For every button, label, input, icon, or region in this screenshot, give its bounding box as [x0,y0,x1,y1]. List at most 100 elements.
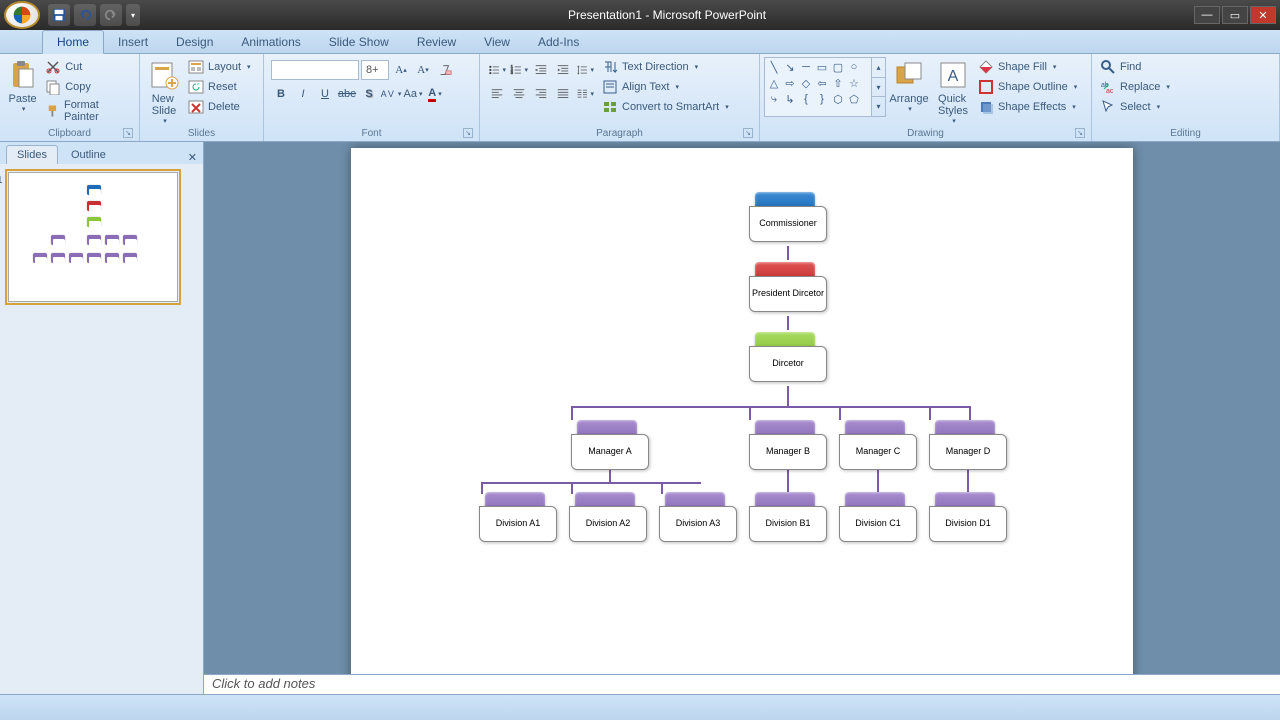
font-dialog-launcher[interactable]: ↘ [463,128,473,138]
shape-larrow-icon[interactable]: ⇦ [815,76,829,90]
tab-review[interactable]: Review [403,31,470,53]
slides-panel: Slides Outline ✕ 1 [0,142,204,694]
layout-button[interactable]: Layout▾ [184,57,255,77]
bullets-button[interactable]: ▾ [487,60,507,80]
shape-fill-button[interactable]: Shape Fill▾ [974,57,1081,77]
qat-save-icon[interactable] [48,4,70,26]
font-size-input[interactable]: 8+ [361,60,389,80]
status-bar [0,694,1280,720]
select-button[interactable]: Select▾ [1096,97,1164,117]
shapes-gallery[interactable]: ╲↘─▭▢○ △⇨◇⇦⇧☆ ⤷↳{}⬡⬠ [764,57,872,117]
office-button[interactable] [4,1,40,29]
maximize-button[interactable]: ▭ [1222,6,1248,24]
line-spacing-button[interactable]: ▾ [575,60,595,80]
tab-home[interactable]: Home [42,30,104,54]
quick-styles-button[interactable]: A Quick Styles▾ [932,57,974,125]
copy-button[interactable]: Copy [41,77,135,97]
qat-redo-icon[interactable] [100,4,122,26]
convert-smartart-button[interactable]: Convert to SmartArt▾ [598,97,733,117]
underline-button[interactable]: U [315,84,335,104]
shape-rarrow-icon[interactable]: ⇨ [783,76,797,90]
tab-animations[interactable]: Animations [227,31,314,53]
find-button[interactable]: Find [1096,57,1145,77]
panel-close-icon[interactable]: ✕ [188,151,197,164]
new-slide-button[interactable]: New Slide▾ [144,57,184,125]
clipboard-dialog-launcher[interactable]: ↘ [123,128,133,138]
shape-star-icon[interactable]: ☆ [847,76,861,90]
shape-brace-icon[interactable]: { [799,92,813,106]
shape-pent-icon[interactable]: ⬠ [847,92,861,106]
notes-pane[interactable]: Click to add notes [204,674,1280,694]
strikethrough-button[interactable]: abe [337,84,357,104]
slide-canvas-area[interactable]: Commissioner President Dircetor Dircetor… [204,142,1280,694]
shape-rrect-icon[interactable]: ▢ [831,60,845,74]
shape-conn1-icon[interactable]: ⤷ [767,92,781,106]
arrange-button[interactable]: Arrange▾ [886,57,932,113]
close-button[interactable]: ✕ [1250,6,1276,24]
shape-arrow-icon[interactable]: ↘ [783,60,797,74]
shape-uarrow-icon[interactable]: ⇧ [831,76,845,90]
shadow-button[interactable]: S [359,84,379,104]
qat-customize-icon[interactable]: ▾ [126,4,140,26]
shape-brace2-icon[interactable]: } [815,92,829,106]
tab-view[interactable]: View [470,31,524,53]
shape-diamond-icon[interactable]: ◇ [799,76,813,90]
window-title: Presentation1 - Microsoft PowerPoint [142,8,1192,22]
shape-line-icon[interactable]: ╲ [767,60,781,74]
slide[interactable]: Commissioner President Dircetor Dircetor… [351,148,1133,694]
slide-thumbnail-1[interactable]: 1 [8,172,178,302]
ribbon-tabs: Home Insert Design Animations Slide Show… [0,30,1280,54]
justify-button[interactable] [553,84,573,104]
align-right-button[interactable] [531,84,551,104]
shape-hex-icon[interactable]: ⬡ [831,92,845,106]
tab-insert[interactable]: Insert [104,31,162,53]
shape-effects-button[interactable]: Shape Effects▾ [974,97,1081,117]
group-editing: Find abacReplace▾ Select▾ Editing [1092,54,1280,141]
numbering-button[interactable]: 123▾ [509,60,529,80]
columns-button[interactable]: ▾ [575,84,595,104]
panel-tab-outline[interactable]: Outline [60,145,117,164]
bold-button[interactable]: B [271,84,291,104]
shape-line2-icon[interactable]: ─ [799,60,813,74]
paste-button[interactable]: Paste▾ [4,57,41,113]
increase-indent-button[interactable] [553,60,573,80]
drawing-dialog-launcher[interactable]: ↘ [1075,128,1085,138]
qat-undo-icon[interactable] [74,4,96,26]
shrink-font-button[interactable]: A▾ [413,60,433,80]
workspace: Slides Outline ✕ 1 [0,142,1280,694]
reset-button[interactable]: Reset [184,77,255,97]
align-left-button[interactable] [487,84,507,104]
shape-rect-icon[interactable]: ▭ [815,60,829,74]
minimize-button[interactable]: — [1194,6,1220,24]
format-painter-button[interactable]: Format Painter [41,97,135,125]
group-slides: New Slide▾ Layout▾ Reset Delete Slides [140,54,264,141]
panel-tab-slides[interactable]: Slides [6,145,58,164]
group-font: 8+ A▴ A▾ B I U abe S AV▾ Aa▾ A▾ Font↘ [264,54,480,141]
font-color-button[interactable]: A▾ [425,84,445,104]
title-bar: ▾ Presentation1 - Microsoft PowerPoint —… [0,0,1280,30]
decrease-indent-button[interactable] [531,60,551,80]
shape-tri-icon[interactable]: △ [767,76,781,90]
align-center-button[interactable] [509,84,529,104]
cut-button[interactable]: Cut [41,57,135,77]
shape-outline-button[interactable]: Shape Outline▾ [974,77,1081,97]
tab-design[interactable]: Design [162,31,227,53]
delete-button[interactable]: Delete [184,97,255,117]
text-direction-button[interactable]: Text Direction▾ [598,57,733,77]
group-drawing: ╲↘─▭▢○ △⇨◇⇦⇧☆ ⤷↳{}⬡⬠ ▴▾▾ Arrange▾ A Quic… [760,54,1092,141]
shape-conn2-icon[interactable]: ↳ [783,92,797,106]
replace-button[interactable]: abacReplace▾ [1096,77,1174,97]
new-slide-label: New Slide [152,93,176,117]
clear-formatting-button[interactable] [435,60,455,80]
change-case-button[interactable]: Aa▾ [403,84,423,104]
paragraph-dialog-launcher[interactable]: ↘ [743,128,753,138]
shape-oval-icon[interactable]: ○ [847,60,861,74]
char-spacing-button[interactable]: AV▾ [381,84,401,104]
italic-button[interactable]: I [293,84,313,104]
font-name-input[interactable] [271,60,359,80]
grow-font-button[interactable]: A▴ [391,60,411,80]
align-text-button[interactable]: Align Text▾ [598,77,733,97]
tab-slideshow[interactable]: Slide Show [315,31,403,53]
shapes-gallery-scroll[interactable]: ▴▾▾ [872,57,886,117]
tab-addins[interactable]: Add-Ins [524,31,593,53]
